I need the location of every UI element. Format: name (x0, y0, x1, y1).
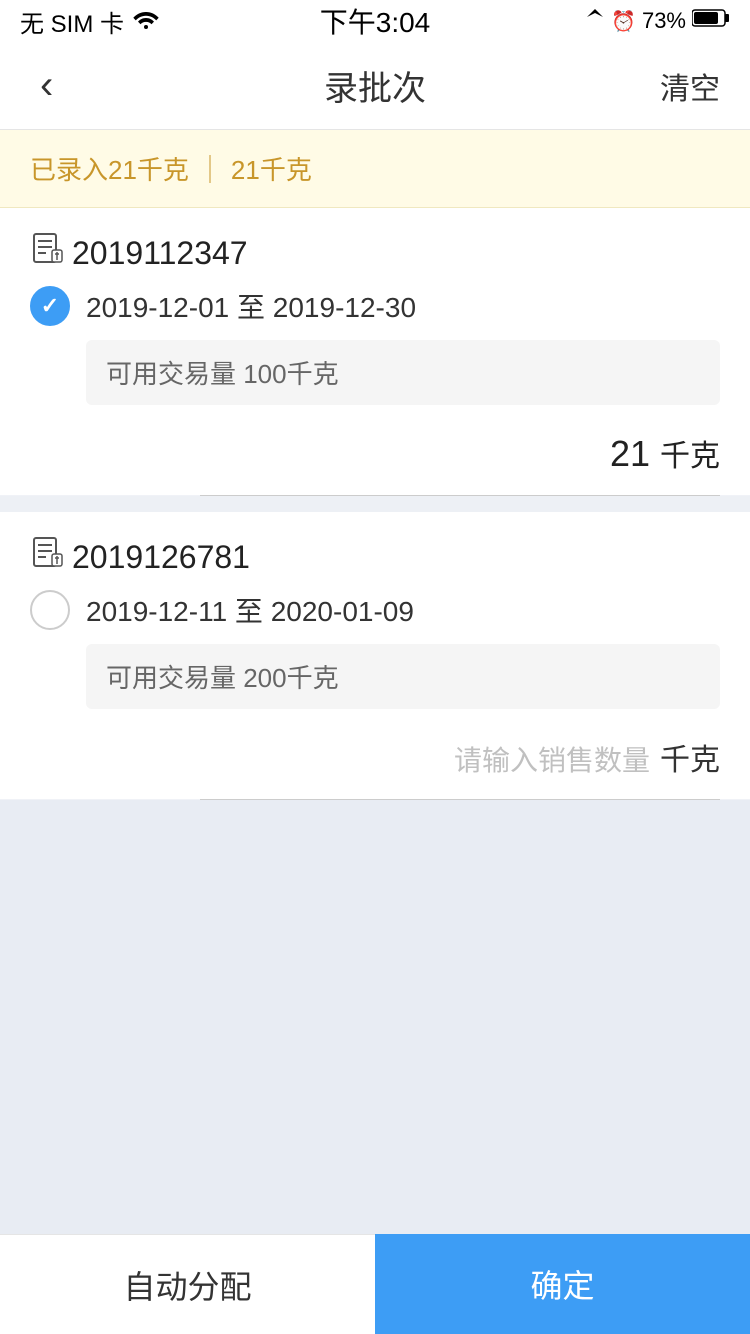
batch2-input-row[interactable]: 请输入销售数量 千克 (0, 725, 750, 799)
batch2-radio[interactable] (30, 590, 70, 630)
section-divider (0, 496, 750, 512)
batch2-input-unit: 千克 (660, 735, 720, 779)
batch2-number: 2019126781 (72, 539, 250, 576)
batch1-header: 2019112347 (30, 232, 720, 274)
nav-bar: ‹ 录批次 清空 (0, 42, 750, 130)
confirm-button[interactable]: 确定 (375, 1234, 750, 1334)
auto-distribute-button[interactable]: 自动分配 (0, 1234, 375, 1334)
carrier-label: 无 SIM 卡 (20, 4, 124, 39)
batch2-card: 2019126781 2019-12-11 至 2020-01-09 可用交易量… (0, 512, 750, 725)
batch1-card: 2019112347 2019-12-01 至 2019-12-30 可用交易量… (0, 208, 750, 421)
info-banner: 已录入21千克 21千克 (0, 130, 750, 208)
back-button[interactable]: ‹ (30, 53, 63, 118)
batch1-doc-icon (30, 232, 64, 274)
battery-icon (692, 8, 730, 34)
bottom-bar: 自动分配 确定 (0, 1234, 750, 1334)
batch2-header: 2019126781 (30, 536, 720, 578)
batch2-select-row[interactable]: 2019-12-11 至 2020-01-09 (30, 590, 720, 630)
status-time: 下午3:04 (320, 1, 431, 41)
wifi-icon (132, 7, 160, 36)
batch1-qty-number: 21 (610, 433, 650, 475)
recorded-value: 21千克 (231, 150, 312, 187)
gray-area (0, 800, 750, 1234)
page-title: 录批次 (324, 61, 426, 110)
clear-button[interactable]: 清空 (660, 64, 720, 108)
battery-percent: 73% (642, 8, 686, 34)
banner-divider (209, 155, 211, 183)
batch1-radio[interactable] (30, 286, 70, 326)
batch1-quantity-row: 21 千克 (0, 421, 750, 495)
batch2-doc-icon (30, 536, 64, 578)
batch2-availability: 可用交易量 200千克 (86, 644, 720, 709)
batch1-date-range: 2019-12-01 至 2019-12-30 (86, 286, 416, 326)
batch1-select-row[interactable]: 2019-12-01 至 2019-12-30 (30, 286, 720, 326)
location-icon (585, 7, 605, 35)
batch2-date-range: 2019-12-11 至 2020-01-09 (86, 590, 414, 630)
alarm-icon: ⏰ (611, 9, 636, 34)
batch2-input-placeholder: 请输入销售数量 (454, 739, 650, 779)
recorded-label: 已录入21千克 (30, 150, 189, 187)
status-right: ⏰ 73% (585, 7, 730, 35)
status-bar: 无 SIM 卡 下午3:04 ⏰ 73% (0, 0, 750, 42)
batch1-availability: 可用交易量 100千克 (86, 340, 720, 405)
status-left: 无 SIM 卡 (20, 4, 160, 39)
batch1-number: 2019112347 (72, 235, 248, 272)
batch1-qty-unit: 千克 (660, 431, 720, 475)
